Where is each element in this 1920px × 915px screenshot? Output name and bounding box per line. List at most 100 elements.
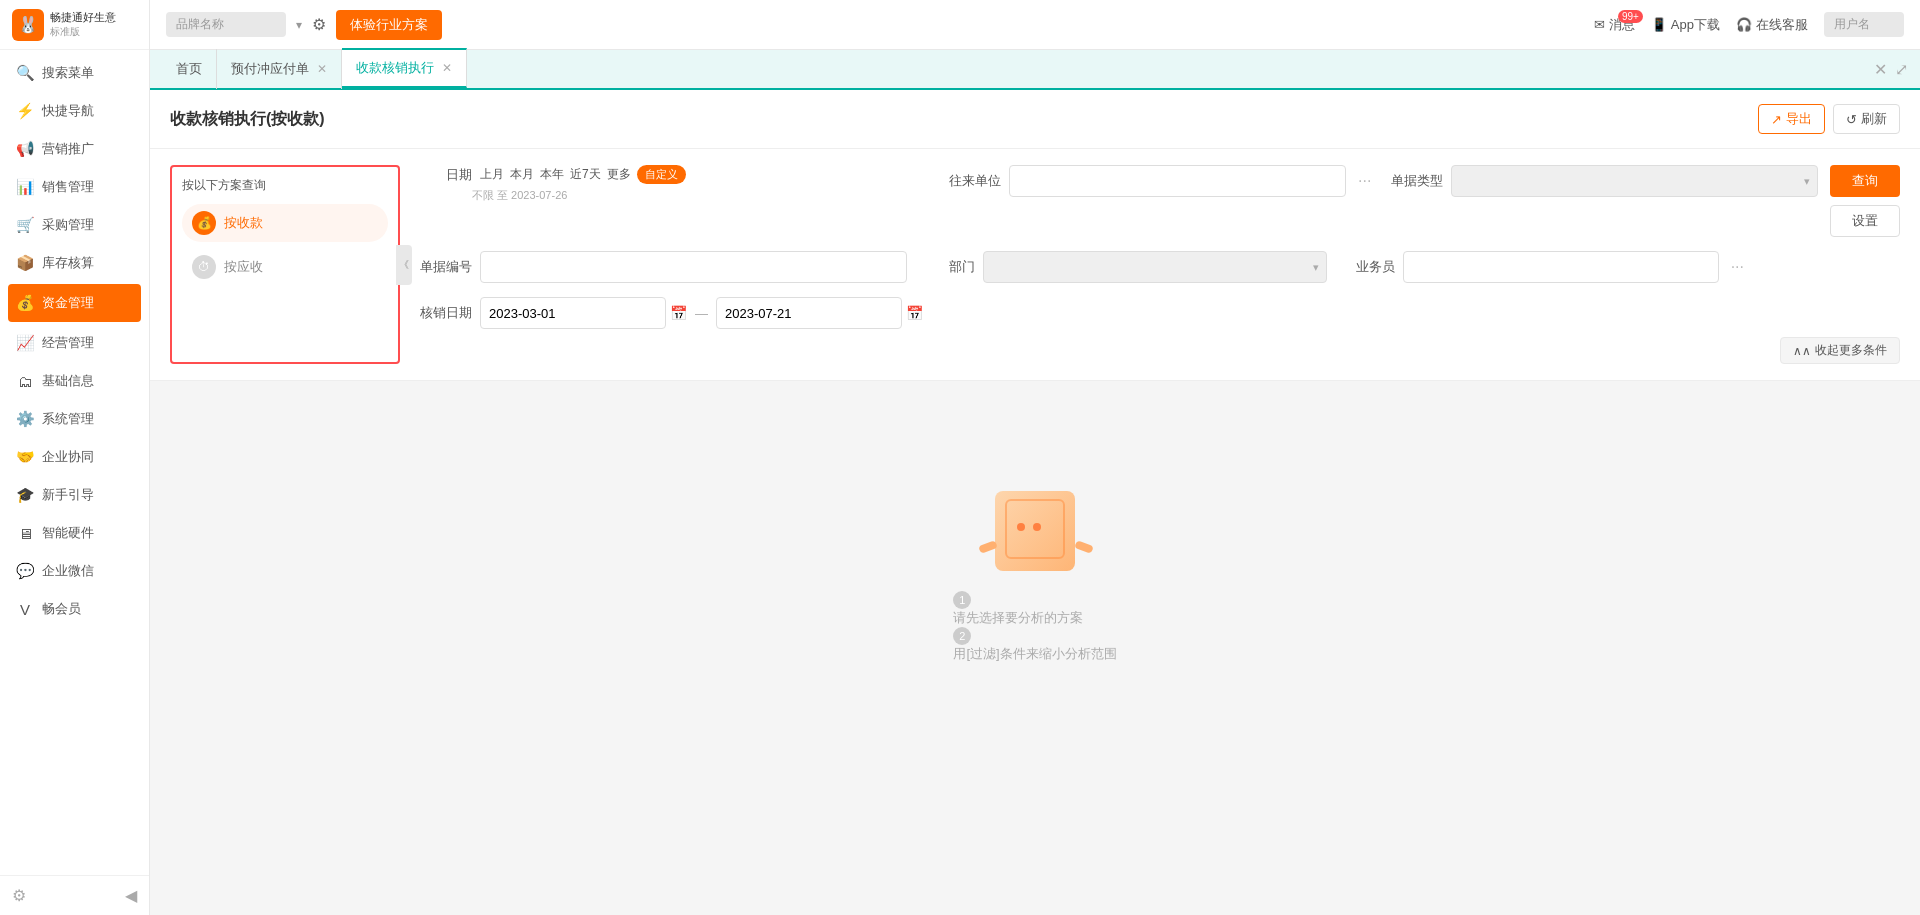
- solution-button[interactable]: 体验行业方案: [336, 10, 442, 40]
- query-button[interactable]: 查询: [1830, 165, 1900, 197]
- sidebar-item-营销推广[interactable]: 📢 营销推广: [0, 130, 149, 168]
- tab-prepay-label: 预付冲应付单: [231, 60, 309, 78]
- query-form: 日期 上月 本月 本年 近7天 更多 自定义 不限 至 2: [416, 165, 1900, 364]
- sidebar-item-企业协同[interactable]: 🤝 企业协同: [0, 438, 149, 476]
- sidebar-menu: 🔍 搜索菜单 ⚡ 快捷导航 📢 营销推广 📊 销售管理 🛒 采购管理 📦 库存核…: [0, 50, 149, 875]
- sidebar-icon-1: ⚡: [16, 102, 34, 120]
- tab-prepay[interactable]: 预付冲应付单 ✕: [217, 49, 342, 89]
- collapse-chevron-icon: 《: [399, 258, 409, 272]
- tab-collection-close-icon[interactable]: ✕: [442, 61, 452, 75]
- sidebar-footer: ⚙ ◀: [0, 875, 149, 915]
- sidebar-item-智能硬件[interactable]: 🖥 智能硬件: [0, 514, 149, 552]
- topbar-left: 品牌名称 ▾ ⚙ 体验行业方案: [166, 10, 442, 40]
- counterpart-input[interactable]: [1009, 165, 1346, 197]
- date-last-month[interactable]: 上月: [480, 166, 504, 183]
- phone-icon: 📱: [1651, 17, 1667, 32]
- page-actions: ↗ 导出 ↺ 刷新: [1758, 104, 1900, 148]
- tab-collection-label: 收款核销执行: [356, 59, 434, 77]
- counterpart-more-icon[interactable]: ···: [1354, 172, 1375, 190]
- sidebar-icon-4: 🛒: [16, 216, 34, 234]
- sidebar-icon-6: 💰: [16, 294, 34, 312]
- setting-button[interactable]: 设置: [1830, 205, 1900, 237]
- tab-collection[interactable]: 收款核销执行 ✕: [342, 48, 467, 88]
- query-panel-inner: 按以下方案查询 💰 按收款 ⏱ 按应收 《: [170, 165, 1900, 364]
- verify-date-end-calendar-icon[interactable]: 📅: [906, 305, 923, 321]
- query-option-by-receivable[interactable]: ⏱ 按应收: [182, 248, 388, 286]
- counterpart-field: 往来单位 ···: [945, 165, 1376, 197]
- main-area: 品牌名称 ▾ ⚙ 体验行业方案 ✉ 消息 99+ 📱 App下载 🎧 在线客服 …: [150, 0, 1920, 915]
- logo-subtitle: 标准版: [50, 25, 116, 39]
- sidebar-icon-13: 💬: [16, 562, 34, 580]
- sidebar-item-基础信息[interactable]: 🗂 基础信息: [0, 362, 149, 400]
- logo-icon: 🐰: [12, 9, 44, 41]
- sidebar-item-库存核算[interactable]: 📦 库存核算: [0, 244, 149, 282]
- sidebar-label-5: 库存核算: [42, 254, 94, 272]
- sidebar-item-销售管理[interactable]: 📊 销售管理: [0, 168, 149, 206]
- query-option-by-collection[interactable]: 💰 按收款: [182, 204, 388, 242]
- date-more[interactable]: 更多: [607, 166, 631, 183]
- doc-no-input[interactable]: [480, 251, 907, 283]
- message-button[interactable]: ✉ 消息 99+: [1594, 16, 1635, 34]
- staff-input[interactable]: [1403, 251, 1718, 283]
- sidebar-item-采购管理[interactable]: 🛒 采购管理: [0, 206, 149, 244]
- app-download-button[interactable]: 📱 App下载: [1651, 16, 1720, 34]
- date-7days[interactable]: 近7天: [570, 166, 601, 183]
- date-filter-buttons: 上月 本月 本年 近7天 更多 自定义: [480, 165, 686, 184]
- export-button[interactable]: ↗ 导出: [1758, 104, 1825, 134]
- empty-state: 1 请先选择要分析的方案 2 用[过滤]条件来缩小分析范围: [150, 381, 1920, 743]
- sidebar-label-0: 搜索菜单: [42, 64, 94, 82]
- verify-date-start-calendar-icon[interactable]: 📅: [670, 305, 687, 321]
- tab-home[interactable]: 首页: [162, 49, 217, 89]
- message-icon: ✉: [1594, 17, 1605, 32]
- dept-label: 部门: [919, 258, 975, 276]
- page-title: 收款核销执行(按收款): [170, 109, 325, 144]
- sidebar-label-4: 采购管理: [42, 216, 94, 234]
- query-row-1: 日期 上月 本月 本年 近7天 更多 自定义 不限 至 2: [416, 165, 1900, 237]
- sidebar-item-畅会员[interactable]: V 畅会员: [0, 590, 149, 628]
- tab-home-label: 首页: [176, 60, 202, 78]
- brand-selector[interactable]: 品牌名称: [166, 12, 286, 37]
- close-window-icon[interactable]: ✕: [1874, 60, 1887, 79]
- sidebar-icon-3: 📊: [16, 178, 34, 196]
- query-actions: 查询 设置: [1830, 165, 1900, 237]
- sidebar-item-快捷导航[interactable]: ⚡ 快捷导航: [0, 92, 149, 130]
- date-custom-badge[interactable]: 自定义: [637, 165, 686, 184]
- verify-date-end-input[interactable]: [716, 297, 902, 329]
- sidebar-item-新手引导[interactable]: 🎓 新手引导: [0, 476, 149, 514]
- logo-bunny-icon: 🐰: [18, 15, 38, 34]
- date-this-month[interactable]: 本月: [510, 166, 534, 183]
- online-service-button[interactable]: 🎧 在线客服: [1736, 16, 1808, 34]
- topbar-gear-icon[interactable]: ⚙: [312, 15, 326, 34]
- date-separator: —: [695, 306, 708, 321]
- query-panel-collapse-btn[interactable]: 《: [396, 245, 412, 285]
- tab-prepay-close-icon[interactable]: ✕: [317, 62, 327, 76]
- sidebar-item-经营管理[interactable]: 📈 经营管理: [0, 324, 149, 362]
- dept-field: 部门 ▾: [919, 251, 1328, 283]
- sidebar-item-企业微信[interactable]: 💬 企业微信: [0, 552, 149, 590]
- staff-label: 业务员: [1339, 258, 1395, 276]
- doc-type-select-wrapper: ▾: [1451, 165, 1818, 197]
- service-label: 在线客服: [1756, 16, 1808, 34]
- verify-date-start-input[interactable]: [480, 297, 666, 329]
- brand-dropdown-icon[interactable]: ▾: [296, 18, 302, 32]
- dept-select[interactable]: [983, 251, 1328, 283]
- empty-step-1: 1 请先选择要分析的方案: [953, 591, 1116, 627]
- sidebar-item-资金管理[interactable]: 💰 资金管理: [8, 284, 141, 322]
- sidebar-item-搜索菜单[interactable]: 🔍 搜索菜单: [0, 54, 149, 92]
- sidebar-label-8: 基础信息: [42, 372, 94, 390]
- doc-type-select[interactable]: [1451, 165, 1818, 197]
- sidebar-label-1: 快捷导航: [42, 102, 94, 120]
- sidebar-item-系统管理[interactable]: ⚙️ 系统管理: [0, 400, 149, 438]
- user-menu[interactable]: 用户名: [1824, 12, 1904, 37]
- sidebar-icon-8: 🗂: [16, 372, 34, 390]
- expand-window-icon[interactable]: ⤢: [1895, 60, 1908, 79]
- receivable-option-label: 按应收: [224, 258, 263, 276]
- sidebar-label-2: 营销推广: [42, 140, 94, 158]
- collapse-more-button[interactable]: ∧∧ 收起更多条件: [1780, 337, 1900, 364]
- staff-more-icon[interactable]: ···: [1727, 258, 1748, 276]
- settings-icon[interactable]: ⚙: [12, 886, 26, 905]
- collapse-sidebar-icon[interactable]: ◀: [125, 886, 137, 905]
- date-this-year[interactable]: 本年: [540, 166, 564, 183]
- refresh-button[interactable]: ↺ 刷新: [1833, 104, 1900, 134]
- logo-title: 畅捷通好生意: [50, 10, 116, 24]
